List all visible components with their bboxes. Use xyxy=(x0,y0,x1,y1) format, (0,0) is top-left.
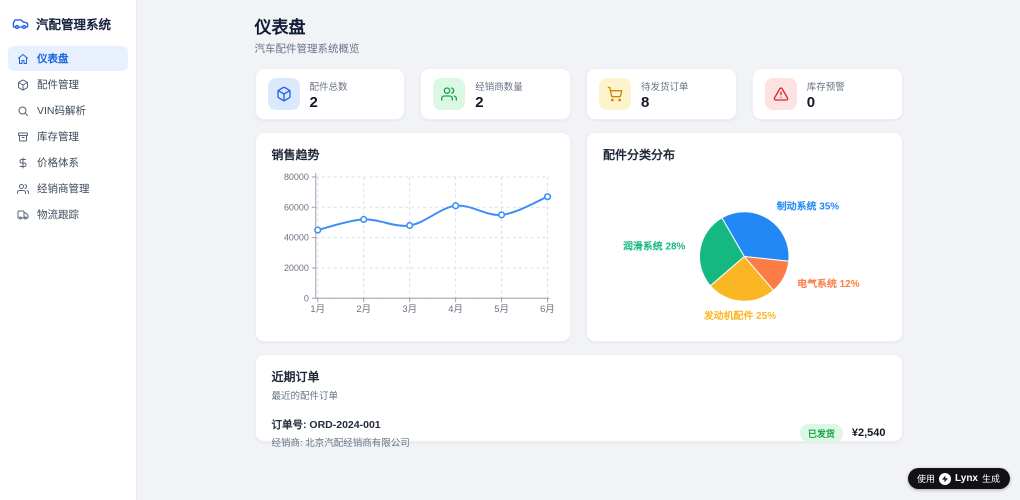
charts-row: 销售趋势 0 20000 40000 60000 80000 1月 2月 3月 4月 5月 6月 配… xyxy=(254,132,903,342)
sidebar-nav: 仪表盘 配件管理 VIN码解析 库存管理 价格体系 经销商管理 物流跟踪 xyxy=(8,46,128,227)
stat-label: 配件总数 xyxy=(309,81,348,93)
page-subtitle: 汽车配件管理系统概览 xyxy=(254,43,360,55)
sidebar-item-vin[interactable]: VIN码解析 xyxy=(8,98,128,123)
archive-icon xyxy=(18,132,28,141)
svg-text:80000: 80000 xyxy=(283,172,308,182)
dollar-icon xyxy=(19,157,27,168)
package-icon xyxy=(18,79,28,90)
svg-text:制动系统 35%: 制动系统 35% xyxy=(777,199,840,212)
lynx-logo-icon xyxy=(939,472,952,485)
stat-label: 经销商数量 xyxy=(475,81,523,93)
svg-text:4月: 4月 xyxy=(448,304,463,315)
badge-prefix: 使用 xyxy=(917,474,936,484)
stat-card-parts-total: 配件总数 2 xyxy=(254,68,406,120)
svg-text:6月: 6月 xyxy=(540,304,554,315)
sidebar-item-label: VIN码解析 xyxy=(37,105,87,117)
sidebar-item-dealers[interactable]: 经销商管理 xyxy=(8,176,128,201)
order-number: 订单号: ORD-2024-001 xyxy=(271,419,381,431)
svg-text:发动机配件 25%: 发动机配件 25% xyxy=(703,309,777,322)
sidebar-item-label: 经销商管理 xyxy=(37,183,90,195)
sidebar-item-label: 配件管理 xyxy=(37,79,79,91)
car-icon xyxy=(12,19,29,30)
package-icon xyxy=(267,78,300,110)
main-content: 仪表盘 汽车配件管理系统概览 配件总数 2 经销商数量 2 待发货订单 8 库存… xyxy=(137,0,1020,500)
svg-text:3月: 3月 xyxy=(402,304,417,315)
order-status-badge: 已发货 xyxy=(799,424,843,442)
stat-card-dealer-count: 经销商数量 2 xyxy=(420,68,571,120)
sidebar-item-label: 库存管理 xyxy=(37,131,79,143)
sidebar-item-label: 价格体系 xyxy=(37,157,79,169)
sidebar-item-dashboard[interactable]: 仪表盘 xyxy=(8,46,128,71)
sidebar-item-label: 物流跟踪 xyxy=(37,209,79,221)
svg-text:40000: 40000 xyxy=(283,233,308,243)
sales-trend-line-chart: 0 20000 40000 60000 80000 1月 2月 3月 4月 5月 6月 xyxy=(283,172,554,315)
svg-text:0: 0 xyxy=(303,293,308,303)
users-icon xyxy=(17,183,29,194)
sidebar-item-logistics[interactable]: 物流跟踪 xyxy=(8,202,128,227)
stat-value: 8 xyxy=(641,93,650,111)
app-title: 汽配管理系统 xyxy=(36,18,112,32)
alert-triangle-icon xyxy=(764,78,797,110)
sidebar-item-pricing[interactable]: 价格体系 xyxy=(8,150,128,175)
sidebar-item-label: 仪表盘 xyxy=(37,53,69,65)
badge-brand: Lynx xyxy=(955,473,978,484)
category-pie-chart: 制动系统 35% 电气系统 12% 发动机配件 25% 润滑系统 28% xyxy=(623,199,860,322)
recent-orders-card: 近期订单 最近的配件订单 订单号: ORD-2024-001 经销商: 北京汽配… xyxy=(254,354,903,449)
stat-value: 0 xyxy=(806,93,816,111)
stat-label: 待发货订单 xyxy=(641,81,689,93)
svg-text:5月: 5月 xyxy=(494,304,509,315)
svg-text:润滑系统 28%: 润滑系统 28% xyxy=(623,240,686,253)
sidebar-item-parts[interactable]: 配件管理 xyxy=(8,72,128,97)
svg-text:1月: 1月 xyxy=(310,304,325,315)
sidebar-item-inventory[interactable]: 库存管理 xyxy=(8,124,128,149)
recent-orders-title: 近期订单 xyxy=(271,370,320,384)
stat-card-pending-orders: 待发货订单 8 xyxy=(586,68,737,120)
sidebar: 汽配管理系统 仪表盘 配件管理 VIN码解析 库存管理 价格体系 经销商管理 物… xyxy=(0,0,137,500)
svg-text:20000: 20000 xyxy=(283,263,308,273)
stat-label: 库存预警 xyxy=(806,81,845,93)
lynx-generated-badge[interactable]: 使用 Lynx 生成 xyxy=(908,468,1010,489)
category-distribution-card: 配件分类分布 制动系统 35% 电气系统 12% 发动机配件 25% 润滑系统 28% xyxy=(586,132,903,342)
order-dealer: 经销商: 北京汽配经销商有限公司 xyxy=(271,438,410,449)
stat-value: 2 xyxy=(309,93,318,111)
order-row: 订单号: ORD-2024-001 经销商: 北京汽配经销商有限公司 已发货 ¥… xyxy=(272,417,886,449)
users-icon xyxy=(433,78,466,110)
stat-card-stock-alerts: 库存预警 0 xyxy=(751,68,903,120)
svg-text:电气系统 12%: 电气系统 12% xyxy=(797,277,860,290)
home-icon xyxy=(18,53,28,64)
svg-text:60000: 60000 xyxy=(283,202,308,212)
page-title: 仪表盘 xyxy=(254,18,306,37)
cart-icon xyxy=(599,78,631,110)
sales-trend-card: 销售趋势 0 20000 40000 60000 80000 1月 2月 3月 4月 5月 6月 xyxy=(254,132,571,342)
badge-suffix: 生成 xyxy=(981,474,1000,484)
sales-trend-title: 销售趋势 xyxy=(271,148,320,162)
stats-row: 配件总数 2 经销商数量 2 待发货订单 8 库存预警 0 xyxy=(254,68,903,120)
stat-value: 2 xyxy=(475,93,484,111)
truck-icon xyxy=(17,210,29,219)
app-logo: 汽配管理系统 xyxy=(8,13,128,46)
recent-orders-subtitle: 最近的配件订单 xyxy=(271,391,339,402)
category-distribution-title: 配件分类分布 xyxy=(603,148,676,162)
search-icon xyxy=(18,106,28,116)
order-amount: ¥2,540 xyxy=(851,427,886,439)
svg-text:2月: 2月 xyxy=(356,304,371,315)
